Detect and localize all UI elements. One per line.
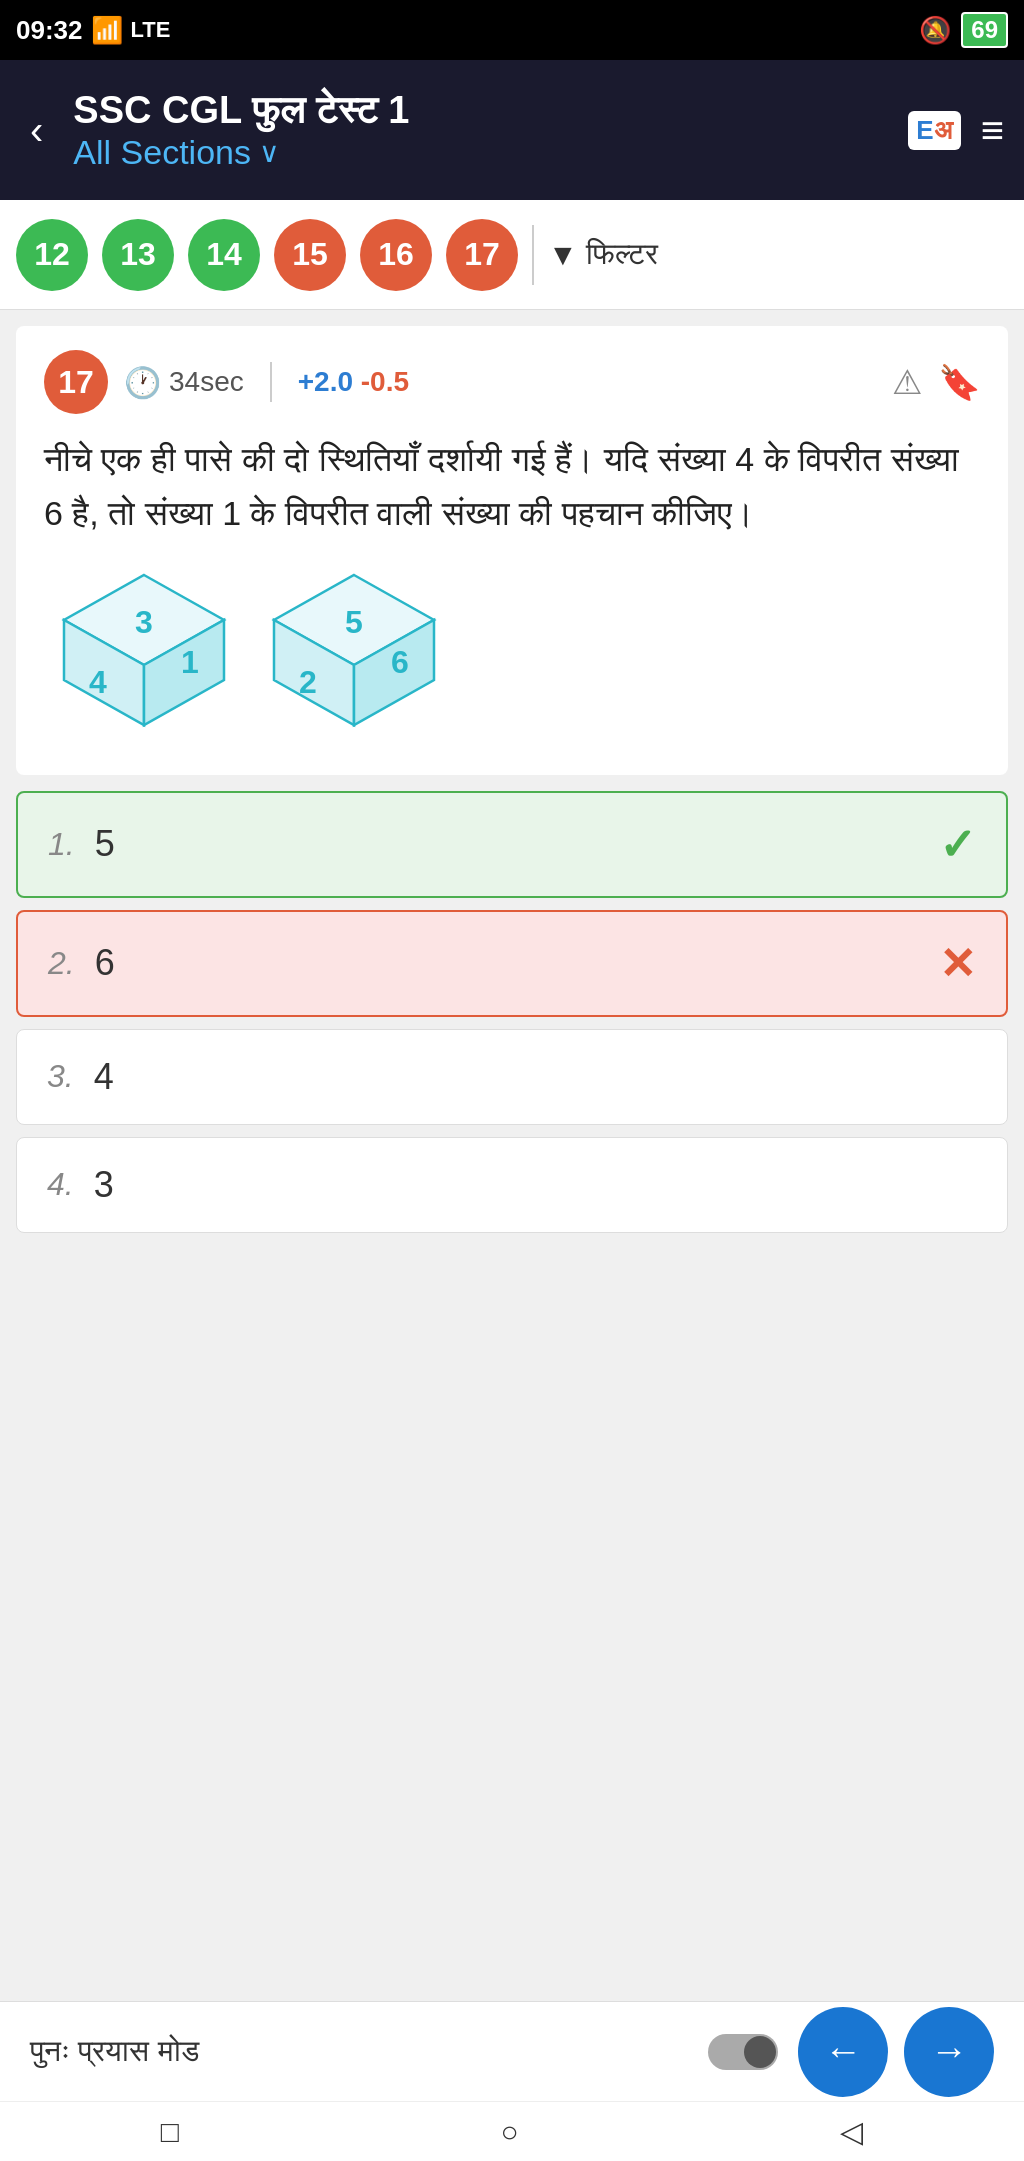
filter-label: फिल्टर <box>586 237 658 272</box>
section-subtitle[interactable]: All Sections ∨ <box>73 133 888 172</box>
status-bar: 09:32 📶 LTE 🔕 69 <box>0 0 1024 60</box>
option-1-num: 1. <box>48 826 75 863</box>
system-nav: □ ○ ◁ <box>0 2101 1024 2161</box>
chevron-down-icon: ∨ <box>259 136 280 169</box>
correct-icon: ✓ <box>939 819 976 870</box>
svg-text:4: 4 <box>89 664 107 700</box>
positive-score: +2.0 <box>298 366 353 397</box>
filter-button[interactable]: ▼ फिल्टर <box>548 237 658 272</box>
negative-score: -0.5 <box>361 366 409 397</box>
svg-text:2: 2 <box>299 664 317 700</box>
option-3-num: 3. <box>47 1058 74 1095</box>
option-4[interactable]: 4. 3 <box>16 1137 1008 1233</box>
option-2[interactable]: 2. 6 ✕ <box>16 910 1008 1017</box>
menu-button[interactable]: ≡ <box>981 108 1004 153</box>
subtitle-text: All Sections <box>73 133 251 172</box>
tabs-divider <box>532 225 534 285</box>
options-area: 1. 5 ✓ 2. 6 ✕ 3. 4 4. 3 <box>0 791 1024 1233</box>
bottom-bar: पुनः प्रयास मोड ← → <box>0 2001 1024 2101</box>
timer-block: 🕐 34sec <box>124 365 244 400</box>
app-header: ‹ SSC CGL फुल टेस्ट 1 All Sections ∨ E अ… <box>0 60 1024 200</box>
wrong-icon: ✕ <box>939 938 976 989</box>
home-circle-icon[interactable]: ○ <box>500 2115 518 2149</box>
option-1[interactable]: 1. 5 ✓ <box>16 791 1008 898</box>
language-toggle[interactable]: E अ <box>908 111 960 150</box>
tab-q14[interactable]: 14 <box>188 219 260 291</box>
warning-icon[interactable]: ⚠ <box>892 362 922 402</box>
header-divider <box>270 362 272 402</box>
svg-text:6: 6 <box>391 644 409 680</box>
svg-text:3: 3 <box>135 604 153 640</box>
lte-icon: LTE <box>131 17 171 43</box>
svg-text:1: 1 <box>181 644 199 680</box>
page-title: SSC CGL फुल टेस्ट 1 <box>73 89 888 133</box>
retry-mode-label: पुनः प्रयास मोड <box>30 2034 698 2069</box>
question-text: नीचे एक ही पासे की दो स्थितियाँ दर्शायी … <box>44 432 980 541</box>
option-1-text: 5 <box>95 823 939 865</box>
option-2-text: 6 <box>95 942 939 984</box>
title-block: SSC CGL फुल टेस्ट 1 All Sections ∨ <box>73 89 888 172</box>
timer-value: 34sec <box>169 366 244 398</box>
bottom-spacer <box>0 1245 1024 1405</box>
question-number-badge: 17 <box>44 350 108 414</box>
filter-icon: ▼ <box>548 238 578 272</box>
back-triangle-icon[interactable]: ◁ <box>840 2114 863 2149</box>
tab-q13[interactable]: 13 <box>102 219 174 291</box>
option-4-text: 3 <box>94 1164 977 1206</box>
status-left: 09:32 📶 LTE <box>16 15 170 46</box>
battery-level: 69 <box>961 12 1008 48</box>
lang-hindi: अ <box>934 115 953 146</box>
tab-q15[interactable]: 15 <box>274 219 346 291</box>
signal-icon: 📶 <box>91 15 123 46</box>
navigation-buttons: ← → <box>798 2007 994 2097</box>
prev-button[interactable]: ← <box>798 2007 888 2097</box>
option-2-num: 2. <box>48 945 75 982</box>
header-icons: E अ ≡ <box>908 108 1004 153</box>
tab-q17[interactable]: 17 <box>446 219 518 291</box>
question-area: 17 🕐 34sec +2.0 -0.5 ⚠ 🔖 नीचे एक ही पासे… <box>16 326 1008 775</box>
dice-illustration: 3 4 1 5 2 6 <box>44 565 980 735</box>
option-3-text: 4 <box>94 1056 977 1098</box>
option-4-num: 4. <box>47 1166 74 1203</box>
bookmark-icon[interactable]: 🔖 <box>938 362 980 402</box>
status-time: 09:32 <box>16 15 83 46</box>
dice-2: 5 2 6 <box>264 565 444 735</box>
question-tabs: 12 13 14 15 16 17 ▼ फिल्टर <box>0 200 1024 310</box>
scoring-block: +2.0 -0.5 <box>298 366 409 398</box>
status-right: 🔕 69 <box>919 12 1008 48</box>
vibrate-icon: 🔕 <box>919 15 951 46</box>
retry-toggle[interactable] <box>708 2034 778 2070</box>
next-button[interactable]: → <box>904 2007 994 2097</box>
timer-icon: 🕐 <box>124 365 161 400</box>
lang-english: E <box>916 115 933 146</box>
option-3[interactable]: 3. 4 <box>16 1029 1008 1125</box>
svg-text:5: 5 <box>345 604 363 640</box>
dice-1: 3 4 1 <box>54 565 234 735</box>
tab-q16[interactable]: 16 <box>360 219 432 291</box>
toggle-knob <box>744 2036 776 2068</box>
question-header: 17 🕐 34sec +2.0 -0.5 ⚠ 🔖 <box>44 350 980 414</box>
home-square-icon[interactable]: □ <box>161 2115 179 2149</box>
back-button[interactable]: ‹ <box>20 98 53 163</box>
tab-q12[interactable]: 12 <box>16 219 88 291</box>
